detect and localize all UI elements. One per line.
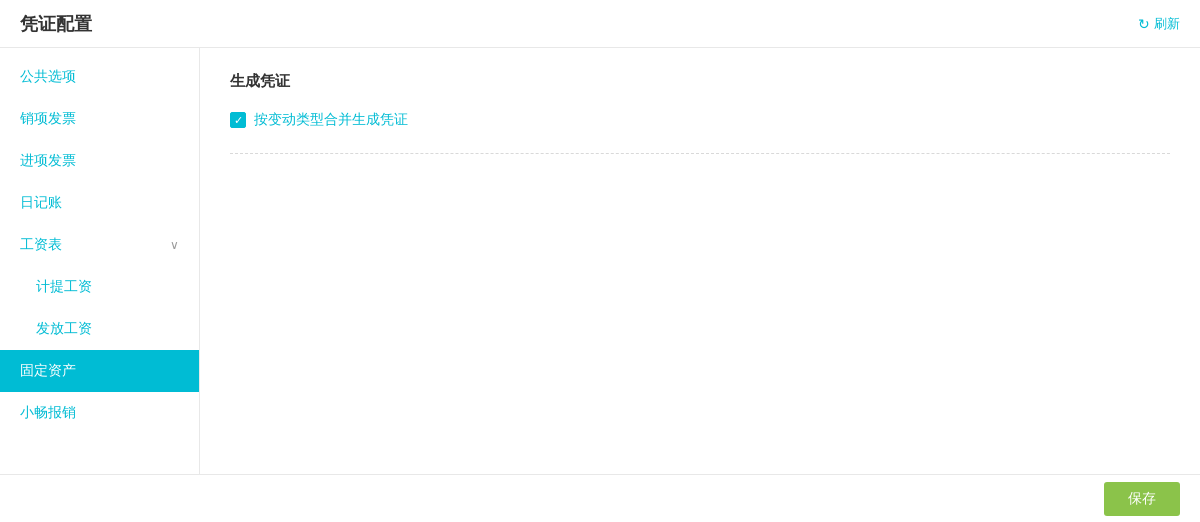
sidebar-item-expense[interactable]: 小畅报销 <box>0 392 199 434</box>
refresh-label: 刷新 <box>1154 15 1180 33</box>
sidebar-item-public[interactable]: 公共选项 <box>0 56 199 98</box>
sidebar-item-label: 小畅报销 <box>20 404 76 422</box>
page-header: 凭证配置 ↻ 刷新 <box>0 0 1200 48</box>
chevron-down-icon: ∨ <box>170 238 179 252</box>
refresh-button[interactable]: ↻ 刷新 <box>1138 15 1180 33</box>
refresh-icon: ↻ <box>1138 16 1150 32</box>
sidebar-item-label: 公共选项 <box>20 68 76 86</box>
sidebar-item-label: 发放工资 <box>36 320 92 338</box>
sidebar-item-payroll-release[interactable]: 发放工资 <box>0 308 199 350</box>
sidebar-item-sales-invoice[interactable]: 销项发票 <box>0 98 199 140</box>
merge-voucher-checkbox[interactable]: ✓ <box>230 112 246 128</box>
sidebar-item-label: 固定资产 <box>20 362 76 380</box>
sidebar: 公共选项销项发票进项发票日记账工资表 ∨ 计提工资发放工资固定资产小畅报销 <box>0 48 200 474</box>
sidebar-item-fixed-assets[interactable]: 固定资产 <box>0 350 199 392</box>
sidebar-item-payroll-accrual[interactable]: 计提工资 <box>0 266 199 308</box>
page-footer: 保存 <box>0 474 1200 522</box>
sidebar-item-purchase-invoice[interactable]: 进项发票 <box>0 140 199 182</box>
checkbox-row: ✓ 按变动类型合并生成凭证 <box>230 111 1170 129</box>
sidebar-item-label: 销项发票 <box>20 110 76 128</box>
sidebar-item-payroll[interactable]: 工资表 ∨ <box>0 224 199 266</box>
sidebar-item-label: 日记账 <box>20 194 62 212</box>
save-button[interactable]: 保存 <box>1104 482 1180 516</box>
content-area: 生成凭证 ✓ 按变动类型合并生成凭证 <box>200 48 1200 474</box>
main-container: 公共选项销项发票进项发票日记账工资表 ∨ 计提工资发放工资固定资产小畅报销 生成凭证… <box>0 48 1200 474</box>
sidebar-item-label: 工资表 <box>20 236 62 254</box>
section-divider <box>230 153 1170 154</box>
sidebar-item-journal[interactable]: 日记账 <box>0 182 199 224</box>
check-icon: ✓ <box>234 115 243 126</box>
page-title: 凭证配置 <box>20 12 92 36</box>
sidebar-item-label: 进项发票 <box>20 152 76 170</box>
section-title: 生成凭证 <box>230 72 1170 91</box>
checkbox-label: 按变动类型合并生成凭证 <box>254 111 408 129</box>
sidebar-item-label: 计提工资 <box>36 278 92 296</box>
